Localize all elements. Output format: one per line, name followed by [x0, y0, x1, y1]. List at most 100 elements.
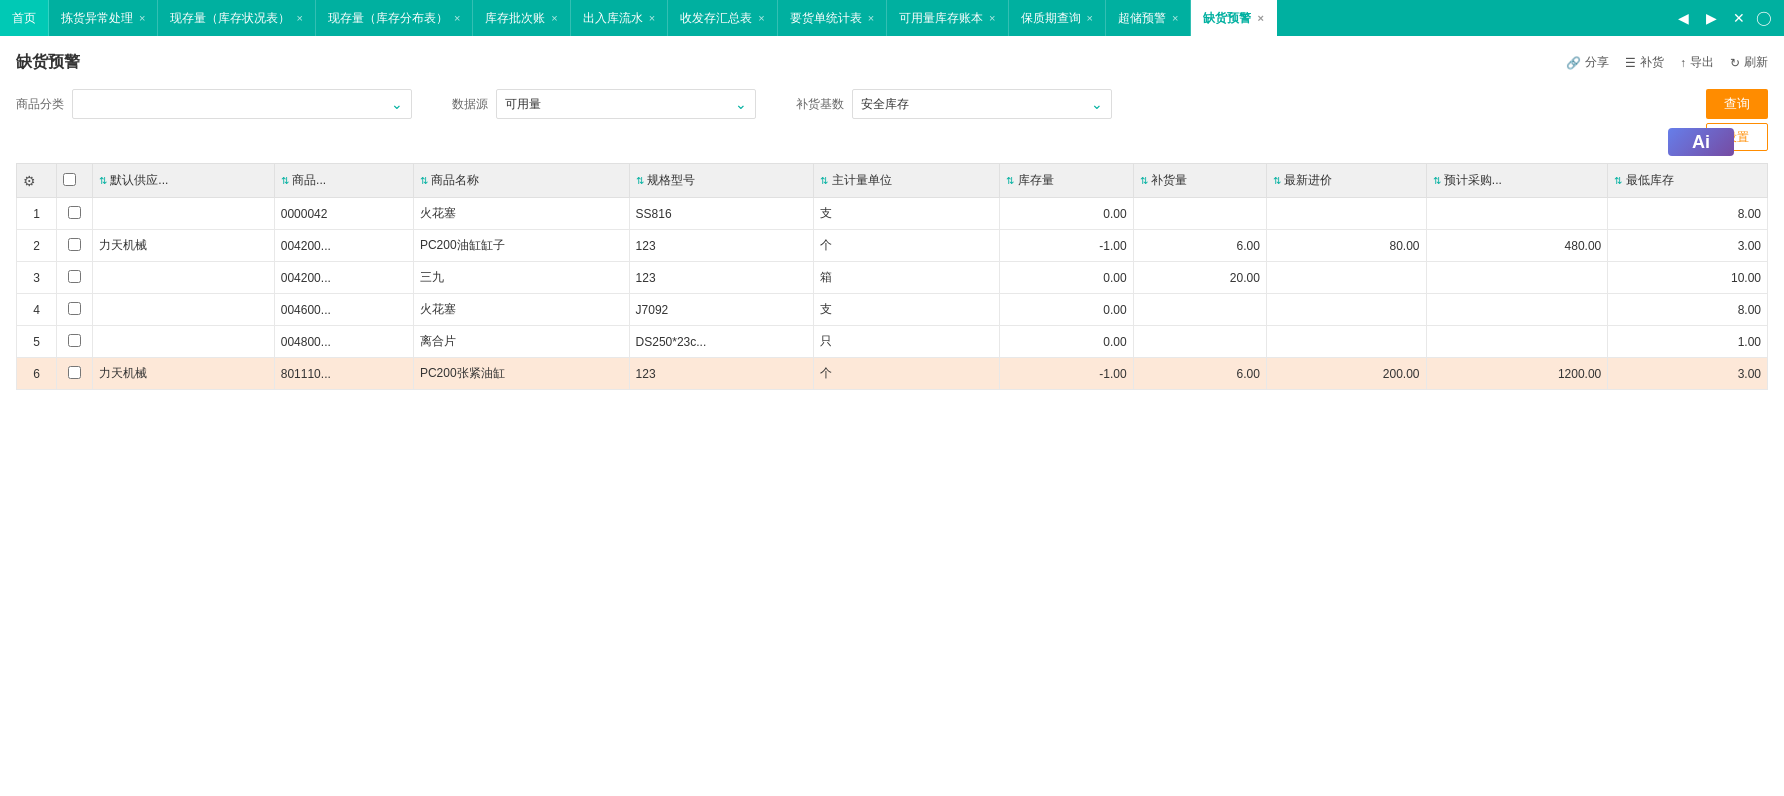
- replenish-select[interactable]: 安全库存 ⌄: [852, 89, 1112, 119]
- datasource-select[interactable]: 可用量 ⌄: [496, 89, 756, 119]
- nav-tab-inout-flow[interactable]: 出入库流水×: [571, 0, 668, 36]
- cell-unit: 个: [814, 230, 1000, 262]
- settings-gear-icon[interactable]: ⚙: [23, 173, 36, 189]
- row-checkbox-cell[interactable]: [57, 326, 93, 358]
- replenish-icon: ☰: [1625, 56, 1636, 70]
- cell-supplier: [93, 198, 275, 230]
- row-checkbox[interactable]: [68, 334, 81, 347]
- cell-spec: DS250*23c...: [629, 326, 814, 358]
- nav-tab-order-stats[interactable]: 要货单统计表×: [778, 0, 887, 36]
- nav-tab-stock-dist[interactable]: 现存量（库存分布表）×: [316, 0, 473, 36]
- col-unit[interactable]: ⇅ 主计量单位: [814, 164, 1000, 198]
- col-spec[interactable]: ⇅ 规格型号: [629, 164, 814, 198]
- cell-product-name: 火花塞: [413, 198, 629, 230]
- replenish-value: 安全库存: [861, 96, 909, 113]
- refresh-icon: ↻: [1730, 56, 1740, 70]
- cell-min-stock: 1.00: [1608, 326, 1768, 358]
- row-num: 4: [17, 294, 57, 326]
- row-checkbox-cell[interactable]: [57, 358, 93, 390]
- row-num: 5: [17, 326, 57, 358]
- close-tab-recv-send-summary[interactable]: ×: [758, 13, 764, 24]
- close-tab-batch-account[interactable]: ×: [551, 13, 557, 24]
- cell-min-stock: 3.00: [1608, 230, 1768, 262]
- cell-product-code: 004200...: [274, 230, 413, 262]
- row-checkbox-cell[interactable]: [57, 262, 93, 294]
- maximize-btn[interactable]: ⃝: [1754, 5, 1780, 31]
- replenish-label: 补货基数: [796, 96, 844, 113]
- row-num: 3: [17, 262, 57, 294]
- cell-unit: 只: [814, 326, 1000, 358]
- cell-stock-qty: -1.00: [1000, 358, 1133, 390]
- close-tab-inout-flow[interactable]: ×: [649, 13, 655, 24]
- scroll-left-btn[interactable]: ◀: [1670, 5, 1696, 31]
- row-checkbox[interactable]: [68, 302, 81, 315]
- row-checkbox-cell[interactable]: [57, 230, 93, 262]
- cell-latest-price: [1266, 294, 1426, 326]
- cell-replenish-qty: 6.00: [1133, 358, 1266, 390]
- cell-est-purchase: [1426, 198, 1608, 230]
- cell-product-name: PC200张紧油缸: [413, 358, 629, 390]
- col-supplier[interactable]: ⇅ 默认供应...: [93, 164, 275, 198]
- nav-tab-overstock-warning[interactable]: 超储预警×: [1106, 0, 1191, 36]
- close-tab-order-stats[interactable]: ×: [868, 13, 874, 24]
- col-settings[interactable]: ⚙: [17, 164, 57, 198]
- cell-est-purchase: 1200.00: [1426, 358, 1608, 390]
- row-num: 1: [17, 198, 57, 230]
- select-all-checkbox[interactable]: [63, 173, 76, 186]
- scroll-right-btn[interactable]: ▶: [1698, 5, 1724, 31]
- col-product-name[interactable]: ⇅ 商品名称: [413, 164, 629, 198]
- col-checkbox[interactable]: [57, 164, 93, 198]
- category-select[interactable]: ⌄: [72, 89, 412, 119]
- close-tab-available-ledger[interactable]: ×: [989, 13, 995, 24]
- row-checkbox[interactable]: [68, 270, 81, 283]
- nav-tab-home[interactable]: 首页: [0, 0, 49, 36]
- sort-icon-2: ⇅: [281, 175, 289, 186]
- col-min-stock[interactable]: ⇅ 最低库存: [1608, 164, 1768, 198]
- cell-product-name: PC200油缸缸子: [413, 230, 629, 262]
- nav-tab-recv-send-summary[interactable]: 收发存汇总表×: [668, 0, 777, 36]
- filter-section: 商品分类 ⌄ 数据源 可用量 ⌄ 补货基数 安全库存 ⌄: [16, 89, 1768, 151]
- close-tab-pick-exception[interactable]: ×: [139, 13, 145, 24]
- close-tab-shortage-warning[interactable]: ×: [1257, 13, 1263, 24]
- nav-tab-expiry-query[interactable]: 保质期查询×: [1009, 0, 1106, 36]
- row-checkbox[interactable]: [68, 238, 81, 251]
- close-tab-stock-dist[interactable]: ×: [454, 13, 460, 24]
- close-tab-stock-status[interactable]: ×: [296, 13, 302, 24]
- refresh-action[interactable]: ↻ 刷新: [1730, 54, 1768, 71]
- col-est-purchase[interactable]: ⇅ 预计采购...: [1426, 164, 1608, 198]
- page-title: 缺货预警: [16, 52, 80, 73]
- query-button[interactable]: 查询: [1706, 89, 1768, 119]
- cell-unit: 支: [814, 294, 1000, 326]
- row-num: 2: [17, 230, 57, 262]
- nav-tab-batch-account[interactable]: 库存批次账×: [473, 0, 570, 36]
- nav-tab-pick-exception[interactable]: 拣货异常处理×: [49, 0, 158, 36]
- col-stock-qty[interactable]: ⇅ 库存量: [1000, 164, 1133, 198]
- ai-badge[interactable]: Ai: [1668, 128, 1734, 156]
- close-tab-expiry-query[interactable]: ×: [1087, 13, 1093, 24]
- replenish-action[interactable]: ☰ 补货: [1625, 54, 1664, 71]
- nav-tab-stock-status[interactable]: 现存量（库存状况表）×: [158, 0, 315, 36]
- cell-spec: J7092: [629, 294, 814, 326]
- col-product-code[interactable]: ⇅ 商品...: [274, 164, 413, 198]
- datasource-label: 数据源: [452, 96, 488, 113]
- nav-tab-available-ledger[interactable]: 可用量库存账本×: [887, 0, 1008, 36]
- datasource-value: 可用量: [505, 96, 541, 113]
- cell-latest-price: 200.00: [1266, 358, 1426, 390]
- share-action[interactable]: 🔗 分享: [1566, 54, 1609, 71]
- cell-unit: 个: [814, 358, 1000, 390]
- table-row: 5 004800... 离合片 DS250*23c... 只 0.00 1.00: [17, 326, 1768, 358]
- row-checkbox-cell[interactable]: [57, 198, 93, 230]
- nav-tab-shortage-warning[interactable]: 缺货预警×: [1191, 0, 1276, 36]
- close-tab-btn[interactable]: ✕: [1726, 5, 1752, 31]
- col-latest-price[interactable]: ⇅ 最新进价: [1266, 164, 1426, 198]
- cell-latest-price: [1266, 198, 1426, 230]
- row-checkbox[interactable]: [68, 206, 81, 219]
- row-checkbox[interactable]: [68, 366, 81, 379]
- export-action[interactable]: ↑ 导出: [1680, 54, 1714, 71]
- replenish-filter-group: 补货基数 安全库存 ⌄: [796, 89, 1112, 119]
- cell-stock-qty: 0.00: [1000, 294, 1133, 326]
- export-icon: ↑: [1680, 56, 1686, 70]
- col-replenish-qty[interactable]: ⇅ 补货量: [1133, 164, 1266, 198]
- row-checkbox-cell[interactable]: [57, 294, 93, 326]
- close-tab-overstock-warning[interactable]: ×: [1172, 13, 1178, 24]
